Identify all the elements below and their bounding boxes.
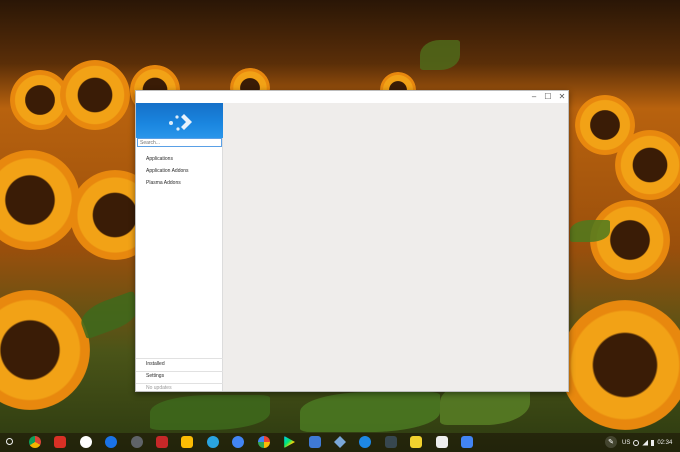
sidebar-divider: [136, 358, 223, 359]
pdf-icon[interactable]: [54, 436, 66, 448]
sunflower: [0, 150, 80, 250]
yellow-app-icon[interactable]: [410, 436, 422, 448]
window-titlebar[interactable]: ‒ ☐ ✕: [136, 91, 568, 103]
notes-icon[interactable]: [436, 436, 448, 448]
leaf: [76, 290, 144, 340]
store-icon[interactable]: [309, 436, 321, 448]
minimize-icon[interactable]: ‒: [528, 92, 540, 102]
leaf: [420, 40, 460, 70]
keep-icon[interactable]: [181, 436, 193, 448]
sidebar-divider: [136, 383, 223, 384]
leaf: [570, 220, 610, 242]
camera-icon[interactable]: [131, 436, 143, 448]
sidebar-item-applications[interactable]: Applications: [146, 156, 173, 163]
sidebar-item-plasma-addons[interactable]: Plasma Addons: [146, 180, 181, 187]
sunflower: [590, 200, 670, 280]
play-store-icon[interactable]: [80, 436, 92, 448]
sidebar-item-updates[interactable]: No updates: [146, 385, 172, 392]
leaf: [150, 395, 270, 430]
red-app-icon[interactable]: [156, 436, 168, 448]
sidebar-divider: [136, 371, 223, 372]
photos-icon[interactable]: [258, 436, 270, 448]
battery-icon: [651, 439, 655, 446]
sunflower: [615, 130, 680, 200]
sunflower: [560, 300, 680, 430]
sidebar: Applications Application Addons Plasma A…: [136, 103, 223, 391]
discover-banner: [136, 103, 223, 138]
notification-icon: [633, 439, 640, 446]
sunflower: [60, 60, 130, 130]
stylus-tools-icon[interactable]: ✎: [605, 436, 617, 448]
leaf: [300, 392, 440, 432]
microphone-icon[interactable]: [359, 436, 371, 448]
sidebar-item-installed[interactable]: Installed: [146, 361, 165, 368]
main-content-area: [224, 103, 568, 391]
discover-logo-icon: [169, 114, 192, 131]
sunflower: [0, 290, 90, 410]
docs-icon[interactable]: [232, 436, 244, 448]
terminal-icon[interactable]: [385, 436, 397, 448]
locale-indicator: US: [622, 439, 631, 446]
clock: 02:34: [657, 439, 673, 446]
close-icon[interactable]: ✕: [556, 92, 568, 102]
search-input[interactable]: [137, 138, 222, 147]
wifi-icon: [642, 439, 649, 446]
sidebar-item-settings[interactable]: Settings: [146, 373, 164, 380]
translate-icon[interactable]: [461, 436, 473, 448]
sidebar-item-application-addons[interactable]: Application Addons: [146, 168, 189, 175]
maximize-icon[interactable]: ☐: [542, 92, 554, 102]
status-tray[interactable]: US 02:34: [622, 435, 680, 450]
telegram-icon[interactable]: [207, 436, 219, 448]
launcher-icon[interactable]: [6, 438, 13, 445]
discover-window: ‒ ☐ ✕ Applications Application Addons Pl…: [135, 90, 569, 392]
chrome-icon[interactable]: [29, 436, 41, 448]
files-icon[interactable]: [105, 436, 117, 448]
